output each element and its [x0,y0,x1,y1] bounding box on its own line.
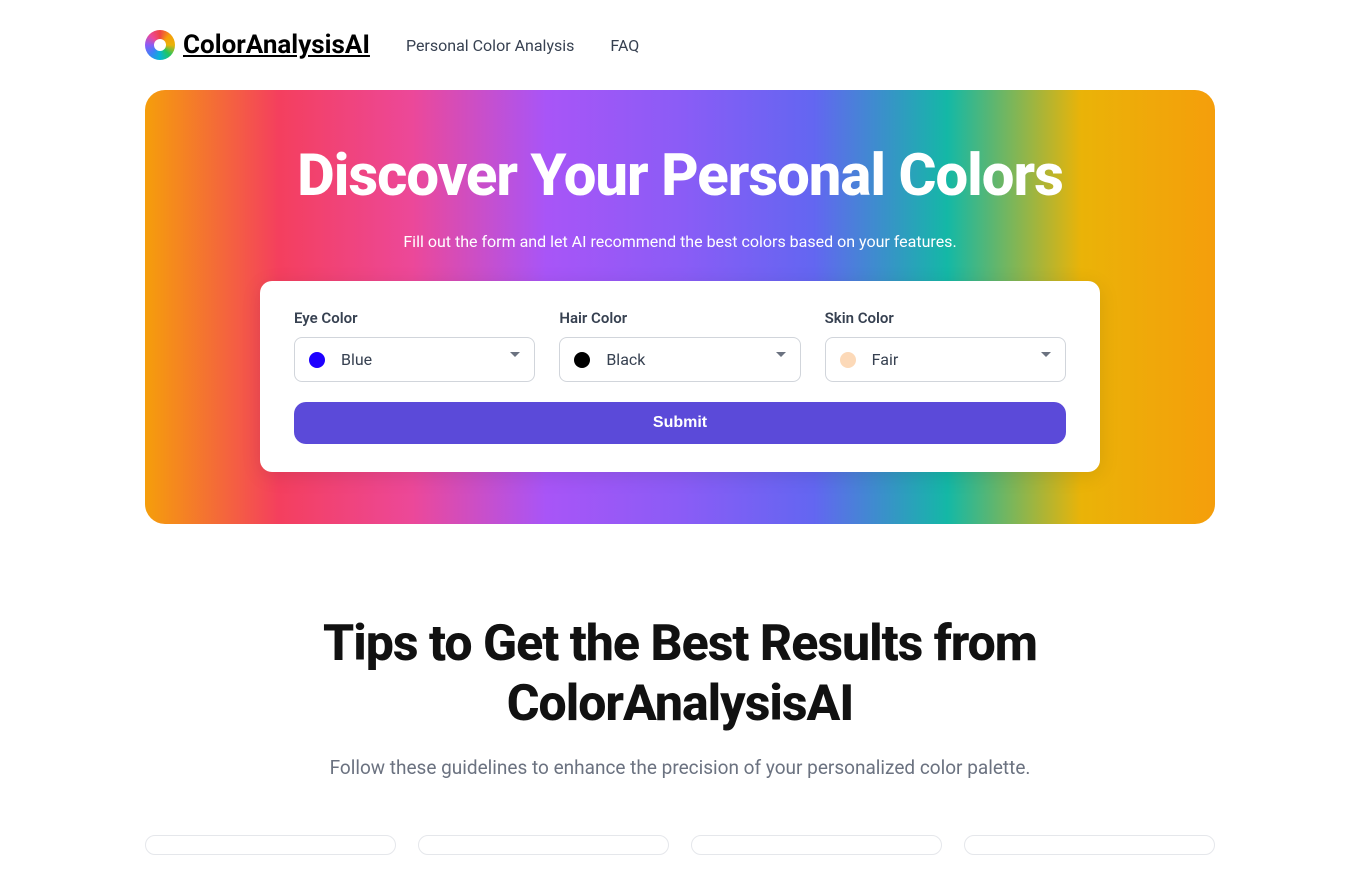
tip-card [418,835,669,855]
fair-swatch-icon [840,352,856,368]
color-form-card: Eye Color Blue Hair Color Black Skin Col… [260,281,1100,472]
tip-card [691,835,942,855]
tips-section: Tips to Get the Best Results from ColorA… [145,614,1215,895]
field-skin-color: Skin Color Fair [825,309,1066,382]
eye-color-value: Blue [341,350,372,369]
tip-card [964,835,1215,855]
hero-title: Discover Your Personal Colors [185,142,1175,210]
skin-color-value: Fair [872,350,899,369]
black-swatch-icon [574,352,590,368]
form-row: Eye Color Blue Hair Color Black Skin Col… [294,309,1066,382]
tips-subtitle: Follow these guidelines to enhance the p… [145,756,1215,779]
hero-section: Discover Your Personal Colors Fill out t… [145,90,1215,524]
nav-link-personal-color-analysis[interactable]: Personal Color Analysis [406,36,574,55]
header: ColorAnalysisAI Personal Color Analysis … [145,0,1215,90]
hair-color-label: Hair Color [559,309,800,327]
tip-card [145,835,396,855]
blue-swatch-icon [309,352,325,368]
field-eye-color: Eye Color Blue [294,309,535,382]
hair-color-select[interactable]: Black [559,337,800,382]
nav: ColorAnalysisAI Personal Color Analysis … [145,30,1215,60]
hair-color-value: Black [606,350,645,369]
submit-button[interactable]: Submit [294,402,1066,444]
skin-color-label: Skin Color [825,309,1066,327]
brand-name: ColorAnalysisAI [183,30,370,60]
hero-subtitle: Fill out the form and let AI recommend t… [185,232,1175,251]
nav-link-faq[interactable]: FAQ [610,36,639,55]
skin-color-select[interactable]: Fair [825,337,1066,382]
eye-color-label: Eye Color [294,309,535,327]
tips-title: Tips to Get the Best Results from ColorA… [270,614,1090,734]
eye-color-select[interactable]: Blue [294,337,535,382]
logo-link[interactable]: ColorAnalysisAI [145,30,370,60]
tips-grid [145,835,1215,855]
color-wheel-icon [145,30,175,60]
field-hair-color: Hair Color Black [559,309,800,382]
